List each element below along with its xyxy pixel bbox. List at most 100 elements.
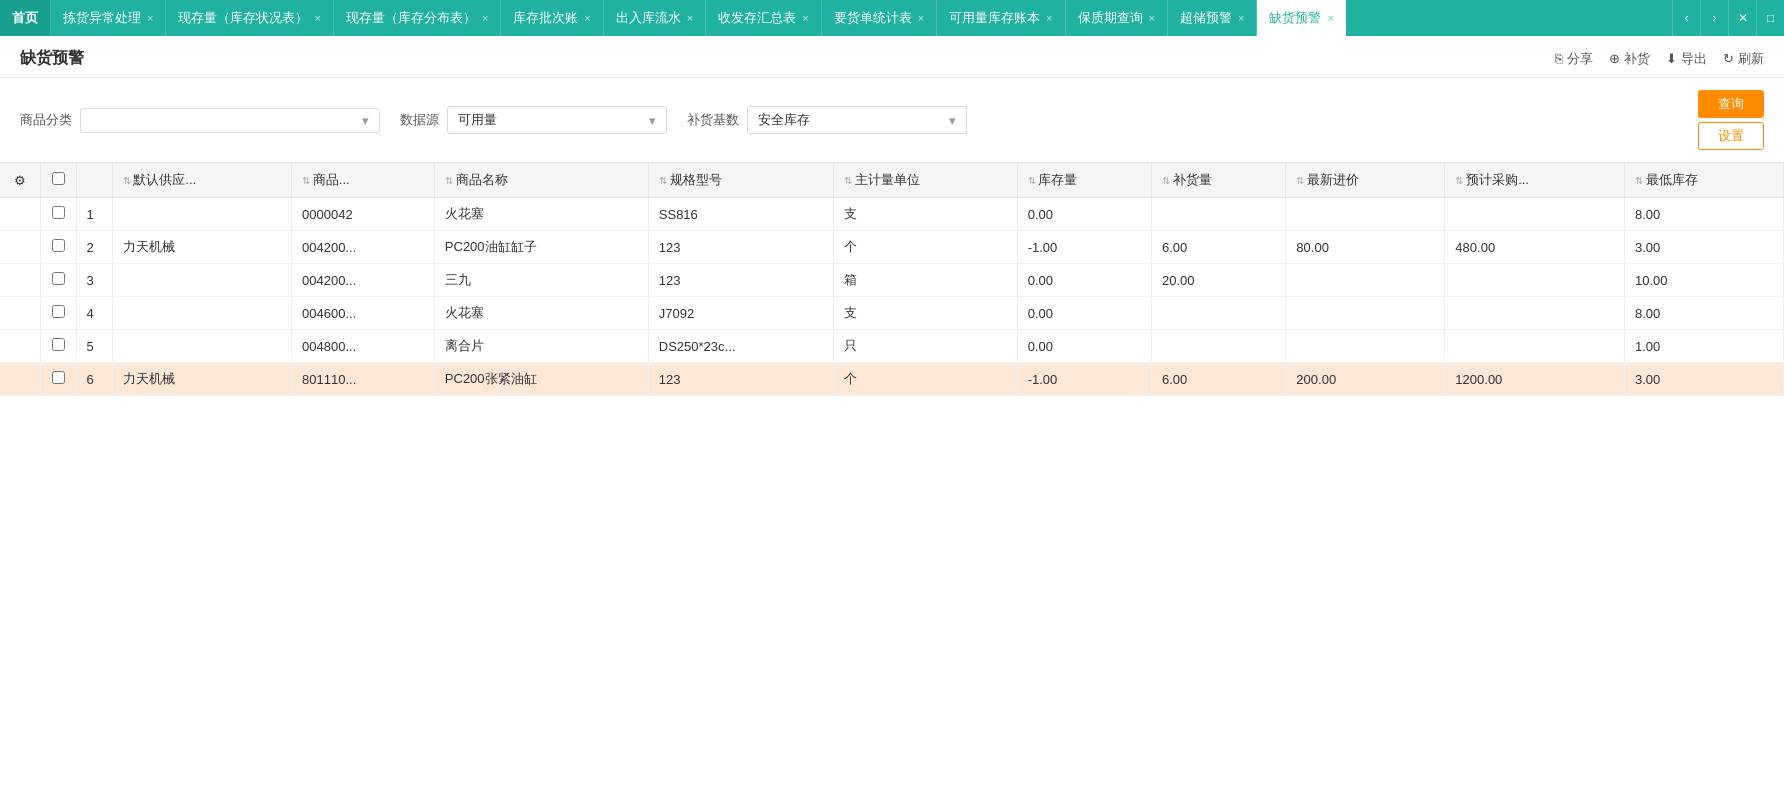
cell-product-code: 004200... xyxy=(292,231,435,264)
cell-spec: DS250*23c... xyxy=(648,330,833,363)
row-checkbox[interactable] xyxy=(52,206,65,219)
cell-min-stock: 3.00 xyxy=(1624,231,1783,264)
datasource-filter-label: 数据源 xyxy=(400,111,439,129)
replenish-button[interactable]: ⊕ 补货 xyxy=(1609,50,1650,68)
cell-min-stock: 8.00 xyxy=(1624,297,1783,330)
tab-item-overstock-warning[interactable]: 超储预警 × xyxy=(1168,0,1257,36)
page-header: 缺货预警 ⎘ 分享 ⊕ 补货 ⬇ 导出 ↻ 刷新 xyxy=(0,36,1784,78)
cell-settings xyxy=(0,231,40,264)
th-spec[interactable]: 规格型号 xyxy=(648,163,833,198)
tab-close-overstock-warning[interactable]: × xyxy=(1238,12,1244,24)
cell-est-purchase xyxy=(1445,330,1625,363)
cell-product-code: 004600... xyxy=(292,297,435,330)
tab-close-shortage-warning[interactable]: × xyxy=(1327,12,1333,24)
row-checkbox[interactable] xyxy=(52,305,65,318)
th-est-purchase[interactable]: 预计采购... xyxy=(1445,163,1625,198)
cell-replenish-qty: 6.00 xyxy=(1152,363,1286,396)
th-product-name[interactable]: 商品名称 xyxy=(434,163,648,198)
cell-checkbox xyxy=(40,330,76,363)
th-settings[interactable]: ⚙ xyxy=(0,163,40,198)
th-min-stock[interactable]: 最低库存 xyxy=(1624,163,1783,198)
cell-unit: 支 xyxy=(834,198,1018,231)
cell-product-name: 离合片 xyxy=(434,330,648,363)
th-default-supplier[interactable]: 默认供应... xyxy=(112,163,292,198)
th-stock-qty[interactable]: 库存量 xyxy=(1017,163,1151,198)
tab-close-button[interactable]: ✕ xyxy=(1728,0,1756,36)
cell-spec: 123 xyxy=(648,231,833,264)
th-unit[interactable]: 主计量单位 xyxy=(834,163,1018,198)
cell-product-name: 火花塞 xyxy=(434,198,648,231)
cell-index: 3 xyxy=(76,264,112,297)
cell-default-supplier xyxy=(112,330,292,363)
row-checkbox[interactable] xyxy=(52,239,65,252)
tab-close-order-stats[interactable]: × xyxy=(918,12,924,24)
cell-settings xyxy=(0,198,40,231)
tab-item-batch-account[interactable]: 库存批次账× xyxy=(501,0,603,36)
tab-item-available-ledger[interactable]: 可用量库存账本× xyxy=(937,0,1065,36)
cell-checkbox xyxy=(40,363,76,396)
tab-close-expiry-query[interactable]: × xyxy=(1149,12,1155,24)
cell-latest-price xyxy=(1286,297,1445,330)
category-select[interactable]: ▾ xyxy=(80,108,380,133)
cell-stock-qty: 0.00 xyxy=(1017,198,1151,231)
cell-replenish-qty: 20.00 xyxy=(1152,264,1286,297)
cell-product-code: 004200... xyxy=(292,264,435,297)
tab-item-order-stats[interactable]: 要货单统计表× xyxy=(822,0,937,36)
cell-unit: 个 xyxy=(834,363,1018,396)
tab-item-home[interactable]: 首页 xyxy=(0,0,51,36)
row-checkbox[interactable] xyxy=(52,338,65,351)
cell-est-purchase xyxy=(1445,198,1625,231)
cell-stock-qty: -1.00 xyxy=(1017,231,1151,264)
tab-item-defect-handling[interactable]: 拣货异常处理× xyxy=(51,0,166,36)
cell-latest-price xyxy=(1286,198,1445,231)
cell-default-supplier: 力天机械 xyxy=(112,231,292,264)
tab-item-receive-summary[interactable]: 收发存汇总表× xyxy=(706,0,821,36)
datasource-select[interactable]: 可用量 ▾ xyxy=(447,106,667,134)
cell-latest-price xyxy=(1286,330,1445,363)
tab-maximize-button[interactable]: □ xyxy=(1756,0,1784,36)
share-button[interactable]: ⎘ 分享 xyxy=(1555,50,1593,68)
table-row: 3004200...三九123箱0.0020.0010.00 xyxy=(0,264,1784,297)
tab-close-in-out-flow[interactable]: × xyxy=(687,12,693,24)
select-all-checkbox[interactable] xyxy=(52,172,65,185)
th-product-code[interactable]: 商品... xyxy=(292,163,435,198)
cell-replenish-qty xyxy=(1152,198,1286,231)
row-checkbox[interactable] xyxy=(52,371,65,384)
tab-label-overstock-warning: 超储预警 xyxy=(1180,9,1232,27)
query-button[interactable]: 查询 xyxy=(1698,90,1764,118)
row-checkbox[interactable] xyxy=(52,272,65,285)
th-index xyxy=(76,163,112,198)
cell-product-name: 三九 xyxy=(434,264,648,297)
cell-default-supplier xyxy=(112,297,292,330)
cell-checkbox xyxy=(40,297,76,330)
tab-item-inventory-dist[interactable]: 现存量（库存分布表） × xyxy=(334,0,501,36)
tab-prev-button[interactable]: ‹ xyxy=(1672,0,1700,36)
cell-min-stock: 1.00 xyxy=(1624,330,1783,363)
settings-button[interactable]: 设置 xyxy=(1698,122,1764,150)
tab-item-inventory-status[interactable]: 现存量（库存状况表）× xyxy=(166,0,333,36)
tab-item-shortage-warning[interactable]: 缺货预警× xyxy=(1257,0,1345,36)
cell-product-code: 004800... xyxy=(292,330,435,363)
tab-item-expiry-query[interactable]: 保质期查询× xyxy=(1066,0,1168,36)
tab-close-inventory-status[interactable]: × xyxy=(314,12,320,24)
tab-close-inventory-dist[interactable]: × xyxy=(482,12,488,24)
th-latest-price[interactable]: 最新进价 xyxy=(1286,163,1445,198)
export-label: 导出 xyxy=(1681,50,1707,68)
th-replenish-qty[interactable]: 补货量 xyxy=(1152,163,1286,198)
tab-close-available-ledger[interactable]: × xyxy=(1046,12,1052,24)
refresh-button[interactable]: ↻ 刷新 xyxy=(1723,50,1764,68)
tab-close-defect-handling[interactable]: × xyxy=(147,12,153,24)
table-row: 2力天机械004200...PC200油缸缸子123个-1.006.0080.0… xyxy=(0,231,1784,264)
replenish-label: 补货 xyxy=(1624,50,1650,68)
export-button[interactable]: ⬇ 导出 xyxy=(1666,50,1707,68)
tab-close-receive-summary[interactable]: × xyxy=(802,12,808,24)
tab-close-batch-account[interactable]: × xyxy=(584,12,590,24)
page-content: 缺货预警 ⎘ 分享 ⊕ 补货 ⬇ 导出 ↻ 刷新 商品分类 xyxy=(0,36,1784,796)
tab-label-inventory-dist: 现存量（库存分布表） xyxy=(346,9,476,27)
cell-product-name: PC200张紧油缸 xyxy=(434,363,648,396)
cell-settings xyxy=(0,264,40,297)
tab-next-button[interactable]: › xyxy=(1700,0,1728,36)
replenish-base-select[interactable]: 安全库存 ▾ xyxy=(747,106,967,134)
tab-item-in-out-flow[interactable]: 出入库流水× xyxy=(604,0,706,36)
th-checkbox[interactable] xyxy=(40,163,76,198)
